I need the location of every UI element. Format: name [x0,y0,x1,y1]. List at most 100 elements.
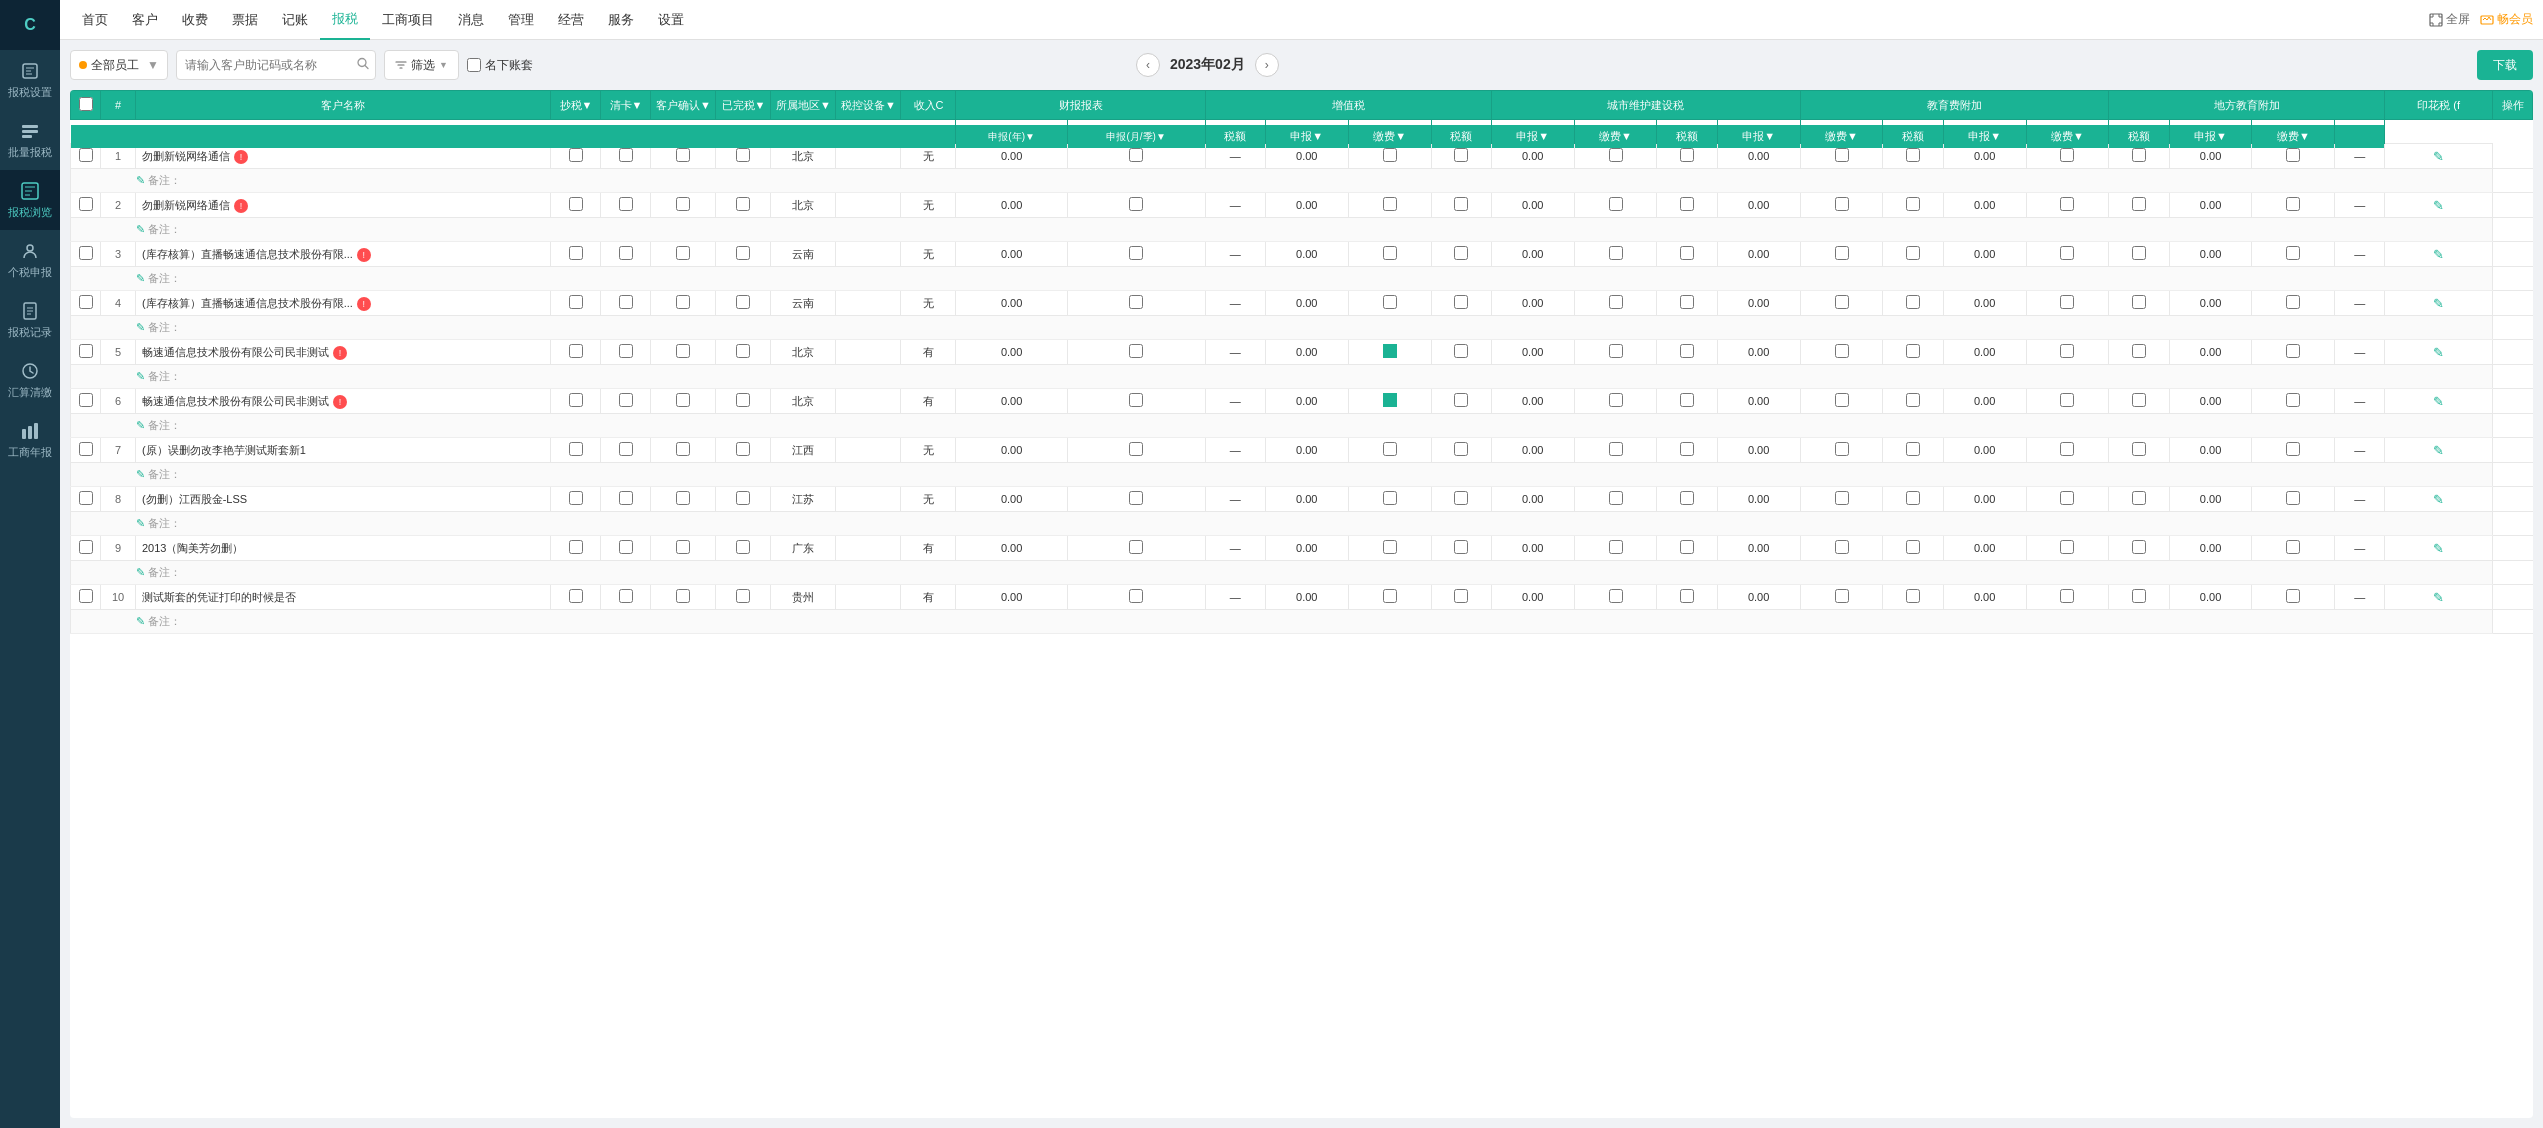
edit-icon[interactable]: ✎ [2433,443,2444,458]
note-edit-icon[interactable]: ✎ [136,174,145,186]
sidebar-item-tax-record[interactable]: 报税记录 [0,290,60,350]
note-edit-icon[interactable]: ✎ [136,321,145,333]
date-prev-button[interactable]: ‹ [1136,53,1160,77]
note-edit-icon[interactable]: ✎ [136,223,145,235]
table-row: 8(勿删）江西股金-LSS江苏无0.00—0.000.000.000.000.0… [71,487,2533,512]
edit-icon[interactable]: ✎ [2433,492,2444,507]
edit-icon[interactable]: ✎ [2433,296,2444,311]
employee-select-label: 全部员工 [91,57,139,74]
th-stamp-tax: 印花税 (f [2385,91,2493,120]
nav-settings[interactable]: 设置 [646,0,696,40]
top-nav: 首页 客户 收费 票据 记账 报税 工商项目 消息 管理 经营 服务 设置 全屏 [60,0,2543,40]
edit-icon[interactable]: ✎ [2433,247,2444,262]
date-next-button[interactable]: › [1255,53,1279,77]
svg-rect-10 [34,423,38,439]
th-stamp-amount: 税额 [2109,124,2169,148]
table-row: 6畅速通信息技术股份有限公司民非测试!北京有0.00—0.000.000.000… [71,389,2533,414]
sidebar-item-settlement[interactable]: 汇算清缴 [0,350,60,410]
nav-operation[interactable]: 经营 [546,0,596,40]
sidebar-item-annual-report[interactable]: 工商年报 [0,410,60,470]
filter-button[interactable]: 筛选 ▼ [384,50,459,80]
sidebar-label-annual-report: 工商年报 [8,445,52,460]
sidebar-item-tax-browse[interactable]: 报税浏览 [0,170,60,230]
sidebar-label-tax-browse: 报税浏览 [8,205,52,220]
nav-right: 全屏 畅会员 [2429,11,2533,28]
select-all-checkbox[interactable] [79,97,93,111]
th-monthly-report: 申报(月/季)▼ [1067,124,1205,148]
tax-settings-icon [19,60,41,82]
th-paid: 已完税▼ [716,91,771,120]
table-container: # 客户名称 抄税▼ 清卡▼ 客户确认▼ 已完税▼ 所属地区▼ 税控设备▼ 收入… [70,90,2533,1118]
note-edit-icon[interactable]: ✎ [136,468,145,480]
th-city-declare: 申报▼ [1491,124,1574,148]
fullscreen-btn[interactable]: 全屏 [2429,11,2470,28]
th-empty-spacer [71,124,956,148]
filter-label: 筛选 [411,57,435,74]
edit-icon[interactable]: ✎ [2433,149,2444,164]
note-edit-icon[interactable]: ✎ [136,615,145,627]
note-edit-icon[interactable]: ✎ [136,370,145,382]
th-client-name: 客户名称 [136,91,551,120]
nav-manage[interactable]: 管理 [496,0,546,40]
sidebar-item-tax-settings[interactable]: 报税设置 [0,50,60,110]
th-op-spacer [2335,124,2385,148]
note-row: ✎ 备注： [71,316,2533,340]
edit-icon[interactable]: ✎ [2433,590,2444,605]
nav-message[interactable]: 消息 [446,0,496,40]
note-edit-icon[interactable]: ✎ [136,272,145,284]
sidebar-item-batch-tax[interactable]: 批量报税 [0,110,60,170]
table-row: 5畅速通信息技术股份有限公司民非测试!北京有0.00—0.000.000.000… [71,340,2533,365]
main-area: 首页 客户 收费 票据 记账 报税 工商项目 消息 管理 经营 服务 设置 全屏 [60,0,2543,1128]
th-select-all[interactable] [71,91,101,120]
annual-report-icon [19,420,41,442]
note-edit-icon[interactable]: ✎ [136,566,145,578]
th-edu-amount: 税额 [1657,124,1717,148]
th-vat-declare: 申报▼ [1265,124,1348,148]
note-row: ✎ 备注： [71,218,2533,242]
nav-tax[interactable]: 报税 [320,0,370,40]
table-row: 2勿删新锐网络通信!北京无0.00—0.000.000.000.000.00—✎ [71,193,2533,218]
checkbox-label-accounts[interactable]: 名下账套 [467,57,533,74]
sidebar-label-batch-tax: 批量报税 [8,145,52,160]
vip-btn[interactable]: 畅会员 [2480,11,2533,28]
nav-bookkeeping[interactable]: 记账 [270,0,320,40]
note-edit-icon[interactable]: ✎ [136,517,145,529]
th-financial-report: 财报报表 [956,91,1205,120]
note-row: ✎ 备注： [71,365,2533,389]
batch-tax-icon [19,120,41,142]
nav-client[interactable]: 客户 [120,0,170,40]
sidebar-label-settlement: 汇算清缴 [8,385,52,400]
download-button[interactable]: 下载 [2477,50,2533,80]
svg-point-5 [27,245,33,251]
nav-service[interactable]: 服务 [596,0,646,40]
table-row: 10测试斯套的凭证打印的时候是否贵州有0.00—0.000.000.000.00… [71,585,2533,610]
th-local-edu-amount: 税额 [1883,124,1943,148]
th-operation: 操作 [2493,91,2533,120]
toolbar: 全部员工 ▼ 筛选 ▼ 名 [70,50,2533,80]
sidebar-item-personal-tax[interactable]: 个税申报 [0,230,60,290]
th-city-amount: 税额 [1431,124,1491,148]
edit-icon[interactable]: ✎ [2433,345,2444,360]
table-row: 4(库存核算）直播畅速通信息技术股份有限...!云南无0.00—0.000.00… [71,291,2533,316]
edit-icon[interactable]: ✎ [2433,394,2444,409]
svg-rect-3 [22,135,32,138]
edit-icon[interactable]: ✎ [2433,198,2444,213]
accounts-checkbox[interactable] [467,58,481,72]
date-display: 2023年02月 [1170,56,1245,74]
edit-icon[interactable]: ✎ [2433,541,2444,556]
nav-billing[interactable]: 收费 [170,0,220,40]
nav-commerce[interactable]: 工商项目 [370,0,446,40]
note-edit-icon[interactable]: ✎ [136,419,145,431]
nav-home[interactable]: 首页 [70,0,120,40]
note-row: ✎ 备注： [71,414,2533,438]
date-nav: ‹ 2023年02月 › [1136,53,1279,77]
employee-select[interactable]: 全部员工 ▼ [70,50,168,80]
th-client-confirm: 客户确认▼ [651,91,716,120]
search-icon[interactable] [356,57,370,74]
table-row: 7(原）误删勿改李艳芋测试斯套新1江西无0.00—0.000.000.000.0… [71,438,2533,463]
filter-dropdown-icon: ▼ [439,60,448,70]
search-input[interactable] [176,50,376,80]
svg-rect-11 [2430,14,2442,26]
nav-invoice[interactable]: 票据 [220,0,270,40]
note-row: ✎ 备注： [71,267,2533,291]
